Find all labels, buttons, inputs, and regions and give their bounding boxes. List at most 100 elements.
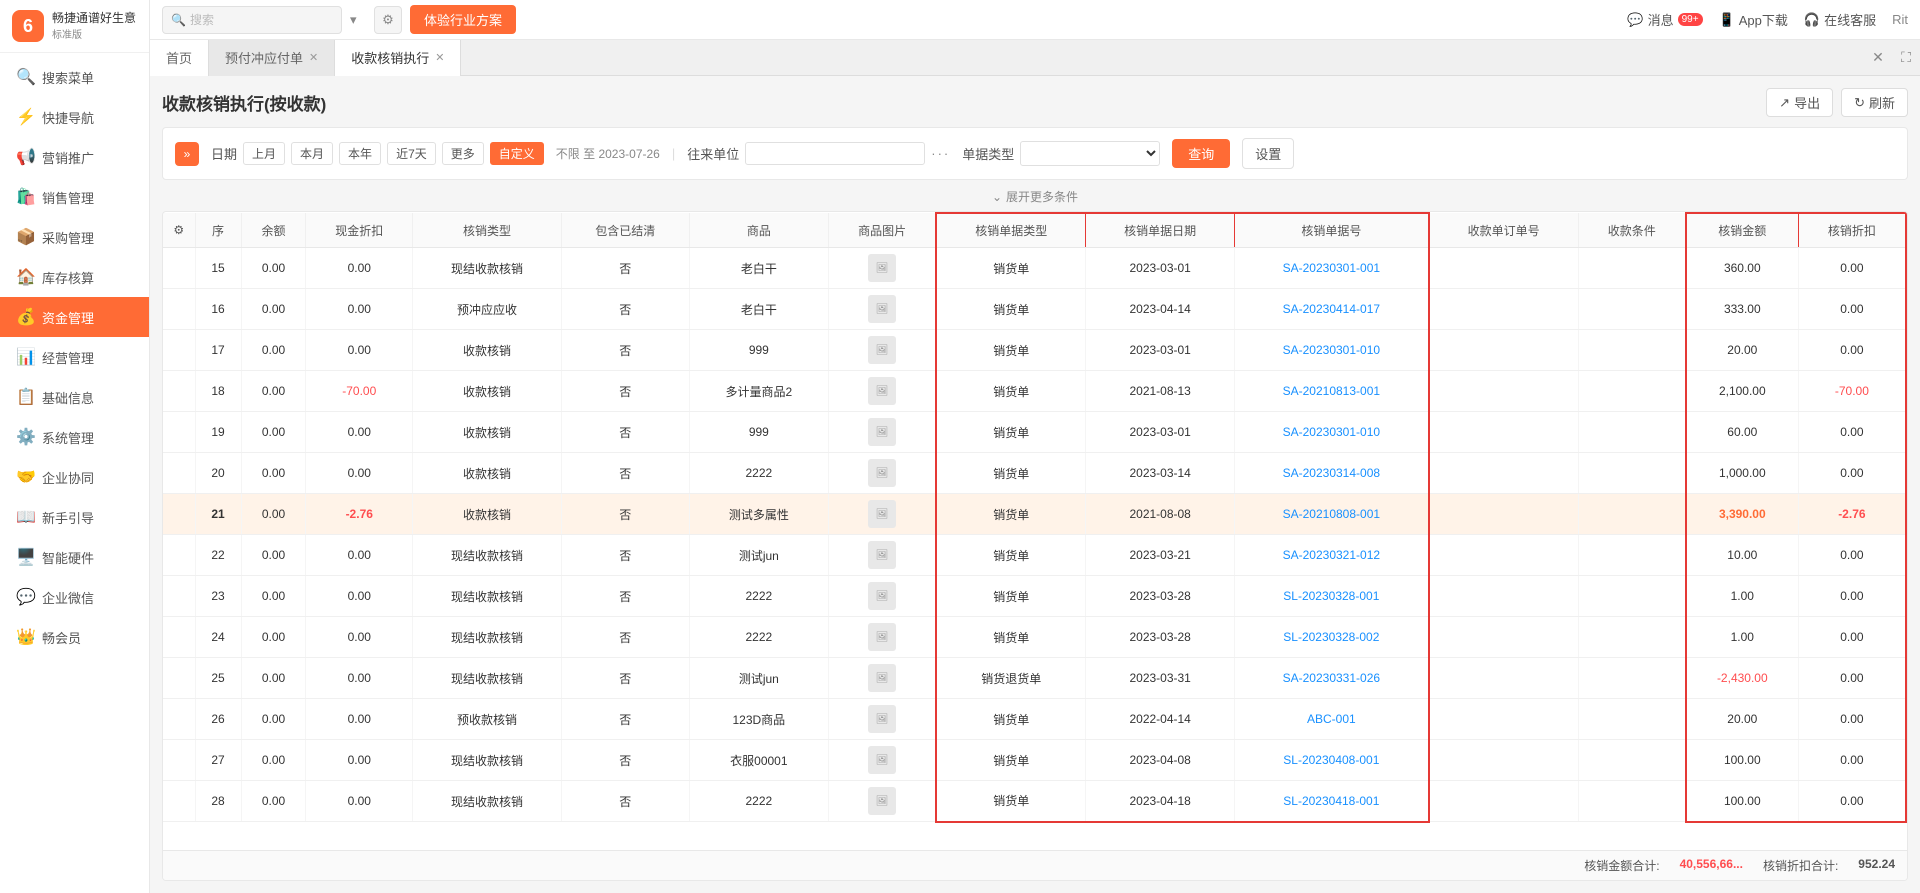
sidebar-item-marketing[interactable]: 📢 营销推广 xyxy=(0,137,149,177)
sidebar-item-inventory[interactable]: 🏠 库存核算 xyxy=(0,257,149,297)
voucher-type-select[interactable] xyxy=(1020,141,1160,166)
sidebar-item-guide[interactable]: 📖 新手引导 xyxy=(0,497,149,537)
cell-cancel-voucher-type: 销货单 xyxy=(936,371,1086,412)
sidebar-item-finance[interactable]: 💰 资金管理 xyxy=(0,297,149,337)
top-search-box[interactable]: 🔍 搜索 xyxy=(162,6,342,34)
cell-cancel-voucher-type: 销货单 xyxy=(936,740,1086,781)
tab-collection[interactable]: 收款核销执行 ✕ xyxy=(335,40,461,76)
cell-goods: 测试jun xyxy=(689,535,828,576)
page-header: 收款核销执行(按收款) ↗ 导出 ↻ 刷新 xyxy=(162,88,1908,117)
dropdown-icon[interactable]: ▾ xyxy=(350,12,366,28)
expand-more-bar: ⌄ 展开更多条件 xyxy=(162,188,1908,205)
date-this-month-btn[interactable]: 本月 xyxy=(291,142,333,165)
table-wrap[interactable]: ⚙ 序 余额 现金折扣 核销类型 包含已结清 商品 商品图片 核销单据类型 核销… xyxy=(163,212,1907,850)
sidebar-item-basics[interactable]: 📋 基础信息 xyxy=(0,377,149,417)
sidebar-item-label-operation: 经营管理 xyxy=(42,348,94,367)
service-icon: 🎧 xyxy=(1804,12,1820,28)
cell-cancel-date: 2021-08-08 xyxy=(1086,494,1235,535)
cell-receipt-condition xyxy=(1578,617,1686,658)
col-settings-header[interactable]: ⚙ xyxy=(163,213,195,248)
msg-btn[interactable]: 💬 消息 99+ xyxy=(1627,10,1702,29)
cell-include-settled: 否 xyxy=(561,371,689,412)
window-close-btn[interactable]: ✕ xyxy=(1864,44,1892,72)
expand-more-btn[interactable]: ⌄ 展开更多条件 xyxy=(992,188,1078,205)
cell-goods-img: 🖼 xyxy=(829,699,937,740)
purchase-icon: 📦 xyxy=(16,227,34,247)
sidebar-item-label-enterprise: 企业协同 xyxy=(42,468,94,487)
quick-nav-icon: ⚡ xyxy=(16,107,34,127)
filter-settings-btn[interactable]: 设置 xyxy=(1242,138,1294,169)
cell-goods: 2222 xyxy=(689,781,828,822)
date-this-year-btn[interactable]: 本年 xyxy=(339,142,381,165)
cell-balance: 0.00 xyxy=(241,699,306,740)
cell-cancel-type: 收款核销 xyxy=(413,371,562,412)
cell-cash-discount: 0.00 xyxy=(306,699,413,740)
cell-cancel-no: SL-20230328-001 xyxy=(1235,576,1429,617)
cell-cancel-amount: 100.00 xyxy=(1686,740,1798,781)
table-header-row: ⚙ 序 余额 现金折扣 核销类型 包含已结清 商品 商品图片 核销单据类型 核销… xyxy=(163,213,1906,248)
table-row: 18 0.00 -70.00 收款核销 否 多计量商品2 🖼 销货单 2021-… xyxy=(163,371,1906,412)
sidebar-item-system[interactable]: ⚙️ 系统管理 xyxy=(0,417,149,457)
sidebar-menu: 🔍 搜索菜单 ⚡ 快捷导航 📢 营销推广 🛍️ 销售管理 📦 采购管理 🏠 库存… xyxy=(0,53,149,893)
cell-settings xyxy=(163,699,195,740)
col-goods-header: 商品 xyxy=(689,213,828,248)
main-area: 🔍 搜索 ▾ ⚙ 体验行业方案 💬 消息 99+ 📱 App下载 🎧 在线客服 … xyxy=(150,0,1920,893)
marketing-icon: 📢 xyxy=(16,147,34,167)
cell-balance: 0.00 xyxy=(241,617,306,658)
enterprise-icon: 🤝 xyxy=(16,467,34,487)
cell-cancel-date: 2023-03-14 xyxy=(1086,453,1235,494)
refresh-btn[interactable]: ↻ 刷新 xyxy=(1841,88,1908,117)
partner-input[interactable] xyxy=(745,142,925,165)
partner-dots[interactable]: ··· xyxy=(931,146,950,161)
query-btn[interactable]: 查询 xyxy=(1172,139,1230,168)
sidebar-item-search[interactable]: 🔍 搜索菜单 xyxy=(0,57,149,97)
cell-cancel-voucher-type: 销货单 xyxy=(936,576,1086,617)
cell-receipt-condition xyxy=(1578,289,1686,330)
window-maximize-btn[interactable]: ⛶ xyxy=(1892,44,1920,72)
cell-receipt-order-no xyxy=(1429,617,1579,658)
cell-cancel-date: 2023-04-08 xyxy=(1086,740,1235,781)
export-btn[interactable]: ↗ 导出 xyxy=(1766,88,1833,117)
cell-cash-discount: 0.00 xyxy=(306,781,413,822)
tab-home[interactable]: 首页 xyxy=(150,40,209,76)
cell-receipt-condition xyxy=(1578,781,1686,822)
user-account[interactable]: Rit xyxy=(1892,12,1908,27)
cell-goods-img: 🖼 xyxy=(829,289,937,330)
cell-cancel-date: 2023-03-01 xyxy=(1086,412,1235,453)
date-more-btn[interactable]: 更多 xyxy=(442,142,484,165)
cell-seq: 22 xyxy=(195,535,241,576)
app-download-btn[interactable]: 📱 App下载 xyxy=(1719,10,1788,29)
cell-include-settled: 否 xyxy=(561,699,689,740)
cell-seq: 24 xyxy=(195,617,241,658)
tab-prepaid-close[interactable]: ✕ xyxy=(309,51,318,64)
cell-goods-img: 🖼 xyxy=(829,371,937,412)
col-cancel-date-header: 核销单据日期 xyxy=(1086,213,1235,248)
cell-cash-discount: 0.00 xyxy=(306,412,413,453)
sidebar-item-quick-nav[interactable]: ⚡ 快捷导航 xyxy=(0,97,149,137)
cell-goods: 2222 xyxy=(689,617,828,658)
sidebar-item-hardware[interactable]: 🖥️ 智能硬件 xyxy=(0,537,149,577)
cell-receipt-order-no xyxy=(1429,699,1579,740)
date-7days-btn[interactable]: 近7天 xyxy=(387,142,436,165)
cell-cancel-no: SL-20230418-001 xyxy=(1235,781,1429,822)
cell-cancel-amount: 333.00 xyxy=(1686,289,1798,330)
cell-cancel-date: 2023-03-31 xyxy=(1086,658,1235,699)
filter-toggle-btn[interactable]: » xyxy=(175,142,199,166)
service-btn[interactable]: 🎧 在线客服 xyxy=(1804,10,1876,29)
tab-prepaid[interactable]: 预付冲应付单 ✕ xyxy=(209,40,335,76)
tab-collection-close[interactable]: ✕ xyxy=(435,51,444,64)
sidebar-item-operation[interactable]: 📊 经营管理 xyxy=(0,337,149,377)
sidebar-item-enterprise[interactable]: 🤝 企业协同 xyxy=(0,457,149,497)
sidebar-item-member[interactable]: 👑 畅会员 xyxy=(0,617,149,657)
date-last-month-btn[interactable]: 上月 xyxy=(243,142,285,165)
sidebar-item-label-purchase: 采购管理 xyxy=(42,228,94,247)
sidebar-item-wechat[interactable]: 💬 企业微信 xyxy=(0,577,149,617)
settings-icon[interactable]: ⚙ xyxy=(374,6,402,34)
date-custom-btn[interactable]: 自定义 xyxy=(490,142,544,165)
sidebar-item-sales[interactable]: 🛍️ 销售管理 xyxy=(0,177,149,217)
industry-btn[interactable]: 体验行业方案 xyxy=(410,5,516,34)
total-amount-value: 40,556,66... xyxy=(1680,857,1743,874)
total-discount-label: 核销折扣合计: xyxy=(1763,857,1838,874)
cell-cancel-discount: -70.00 xyxy=(1798,371,1906,412)
sidebar-item-purchase[interactable]: 📦 采购管理 xyxy=(0,217,149,257)
